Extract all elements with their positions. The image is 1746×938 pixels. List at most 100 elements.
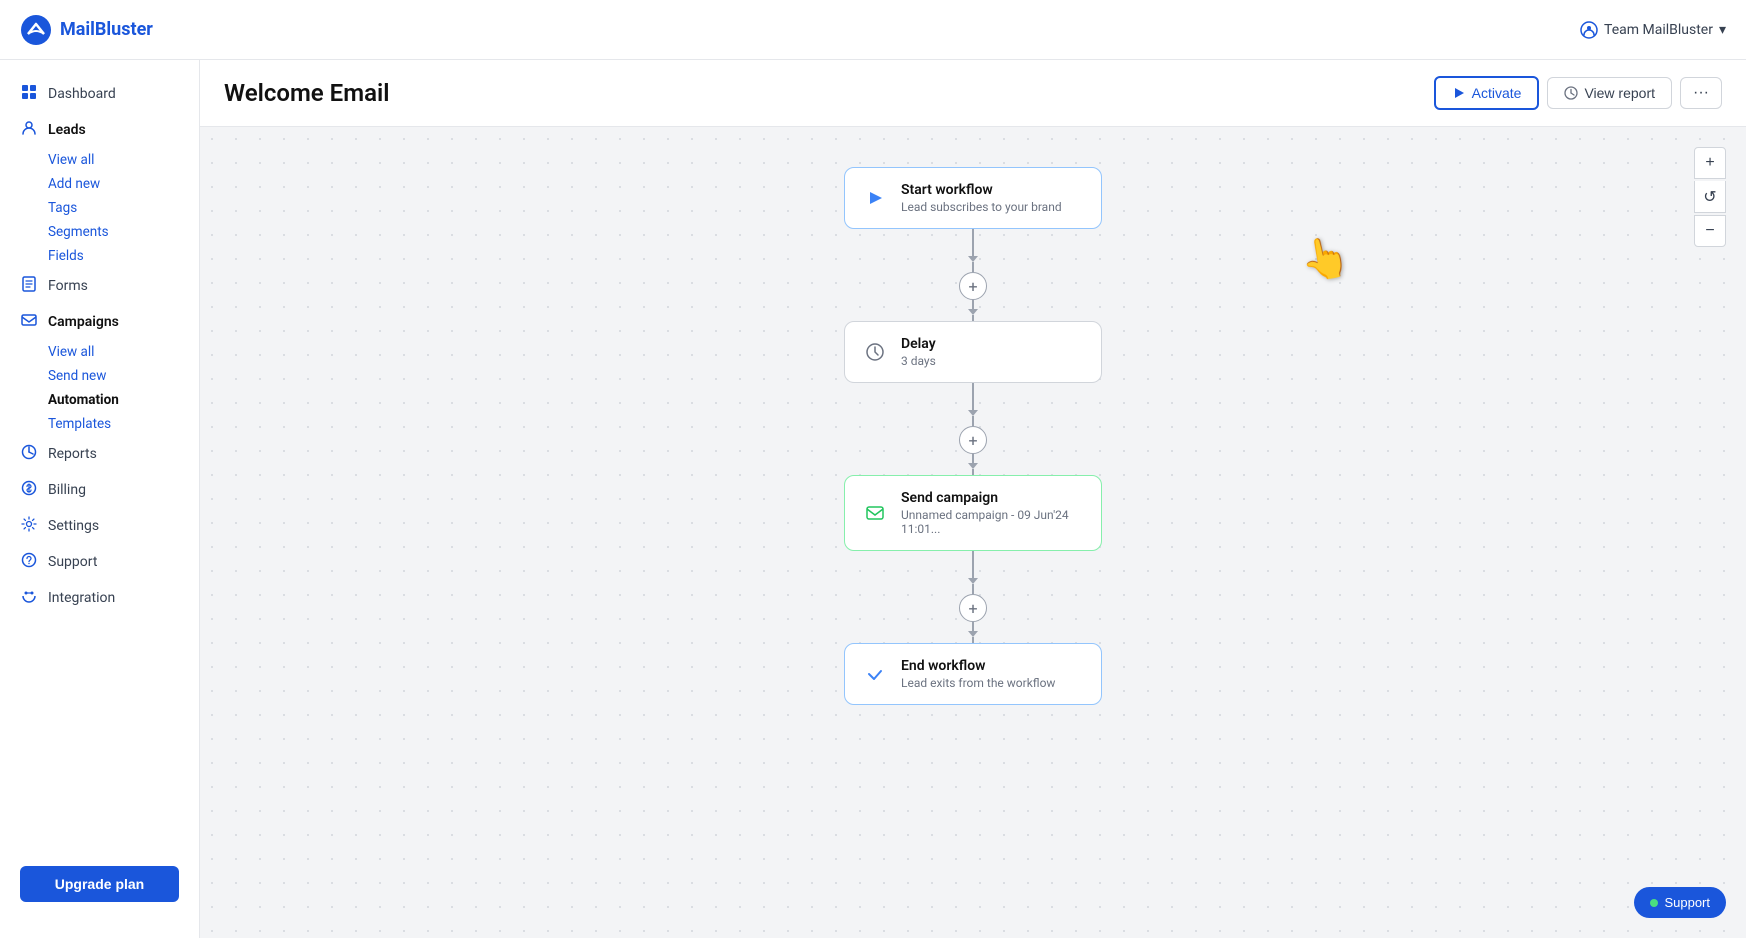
connector-line-3 [972,551,974,579]
delay-node-text: Delay 3 days [901,336,936,368]
logo-text: MailBluster [60,19,153,40]
send-campaign-node[interactable]: Send campaign Unnamed campaign - 09 Jun'… [844,475,1102,551]
leads-segments[interactable]: Segments [0,220,199,244]
delay-node-title: Delay [901,336,936,352]
delay-node[interactable]: Delay 3 days [844,321,1102,383]
add-step-1-button[interactable]: + [959,272,987,300]
campaigns-label: Campaigns [48,314,119,330]
start-node-icon [861,184,889,212]
end-workflow-node[interactable]: End workflow Lead exits from the workflo… [844,643,1102,705]
sidebar-item-campaigns[interactable]: Campaigns [0,304,199,340]
connector-1: + [959,229,987,321]
sidebar: Dashboard Leads View all Add new Tags Se… [0,60,200,938]
campaigns-send-new[interactable]: Send new [0,364,199,388]
connector-2: + [959,383,987,475]
support-button-label: Support [1664,895,1710,910]
activate-button[interactable]: Activate [1434,76,1540,110]
send-node-text: Send campaign Unnamed campaign - 09 Jun'… [901,490,1085,536]
end-node-title: End workflow [901,658,1055,674]
connector-line-2b [972,416,974,426]
sidebar-item-leads[interactable]: Leads [0,112,199,148]
reports-label: Reports [48,446,97,462]
support-label: Support [48,554,97,570]
sidebar-item-integration[interactable]: Integration [0,580,199,616]
zoom-reset-button[interactable]: ↺ [1694,181,1726,213]
more-options-button[interactable]: ··· [1680,77,1722,109]
team-selector[interactable]: Team MailBluster ▾ [1580,21,1726,39]
reports-icon [20,444,38,464]
sidebar-item-forms[interactable]: Forms [0,268,199,304]
leads-fields[interactable]: Fields [0,244,199,268]
leads-tags[interactable]: Tags [0,196,199,220]
more-dots: ··· [1693,84,1709,101]
forms-label: Forms [48,278,88,294]
content-area: Welcome Email Activate View report [200,60,1746,938]
delay-node-icon [861,338,889,366]
start-node-title: Start workflow [901,182,1062,198]
view-report-button[interactable]: View report [1547,77,1672,109]
zoom-out-button[interactable]: − [1694,215,1726,247]
dashboard-label: Dashboard [48,86,116,102]
sidebar-item-reports[interactable]: Reports [0,436,199,472]
integration-label: Integration [48,590,115,606]
delay-node-subtitle: 3 days [901,354,936,368]
dashboard-icon [20,84,38,104]
add-step-2-button[interactable]: + [959,426,987,454]
zoom-in-button[interactable]: + [1694,147,1726,179]
header-actions: Activate View report ··· [1434,76,1722,110]
leads-label: Leads [48,122,86,138]
sidebar-item-support[interactable]: Support [0,544,199,580]
end-node-subtitle: Lead exits from the workflow [901,676,1055,690]
send-node-title: Send campaign [901,490,1085,506]
support-online-indicator [1650,899,1658,907]
zoom-controls: + ↺ − [1694,147,1726,247]
billing-label: Billing [48,482,86,498]
campaigns-view-all[interactable]: View all [0,340,199,364]
leads-icon [20,120,38,140]
page-title: Welcome Email [224,79,389,107]
logo-icon [20,14,52,46]
top-nav: MailBluster Team MailBluster ▾ [0,0,1746,60]
forms-icon [20,276,38,296]
team-name: Team MailBluster [1604,22,1713,38]
start-node-text: Start workflow Lead subscribes to your b… [901,182,1062,214]
end-node-text: End workflow Lead exits from the workflo… [901,658,1055,690]
main-layout: Dashboard Leads View all Add new Tags Se… [0,60,1746,938]
settings-label: Settings [48,518,99,534]
team-icon [1580,21,1598,39]
send-node-subtitle: Unnamed campaign - 09 Jun'24 11:01... [901,508,1085,536]
content-header: Welcome Email Activate View report [200,60,1746,127]
start-node-subtitle: Lead subscribes to your brand [901,200,1062,214]
connector-3: + [959,551,987,643]
sidebar-item-settings[interactable]: Settings [0,508,199,544]
activate-icon [1452,86,1466,100]
logo-area[interactable]: MailBluster [20,14,153,46]
workflow-inner: Start workflow Lead subscribes to your b… [200,127,1746,938]
integration-icon [20,588,38,608]
end-node-icon [861,660,889,688]
settings-icon [20,516,38,536]
connector-line-1 [972,229,974,257]
team-chevron: ▾ [1719,22,1726,38]
support-chat-button[interactable]: Support [1634,887,1726,918]
connector-line-2 [972,383,974,411]
send-node-icon [861,499,889,527]
sidebar-item-billing[interactable]: Billing [0,472,199,508]
leads-view-all[interactable]: View all [0,148,199,172]
campaigns-automation[interactable]: Automation [0,388,199,412]
view-report-label: View report [1584,85,1655,101]
support-icon [20,552,38,572]
connector-line-3b [972,584,974,594]
add-step-3-button[interactable]: + [959,594,987,622]
campaigns-icon [20,312,38,332]
leads-add-new[interactable]: Add new [0,172,199,196]
view-report-icon [1564,86,1578,100]
activate-label: Activate [1472,85,1522,101]
billing-icon [20,480,38,500]
sidebar-item-dashboard[interactable]: Dashboard [0,76,199,112]
upgrade-plan-button[interactable]: Upgrade plan [20,866,179,902]
start-workflow-node[interactable]: Start workflow Lead subscribes to your b… [844,167,1102,229]
connector-line-1b [972,262,974,272]
campaigns-templates[interactable]: Templates [0,412,199,436]
workflow-canvas[interactable]: 👆 + ↺ − Start workflow Lead subscribes t… [200,127,1746,938]
